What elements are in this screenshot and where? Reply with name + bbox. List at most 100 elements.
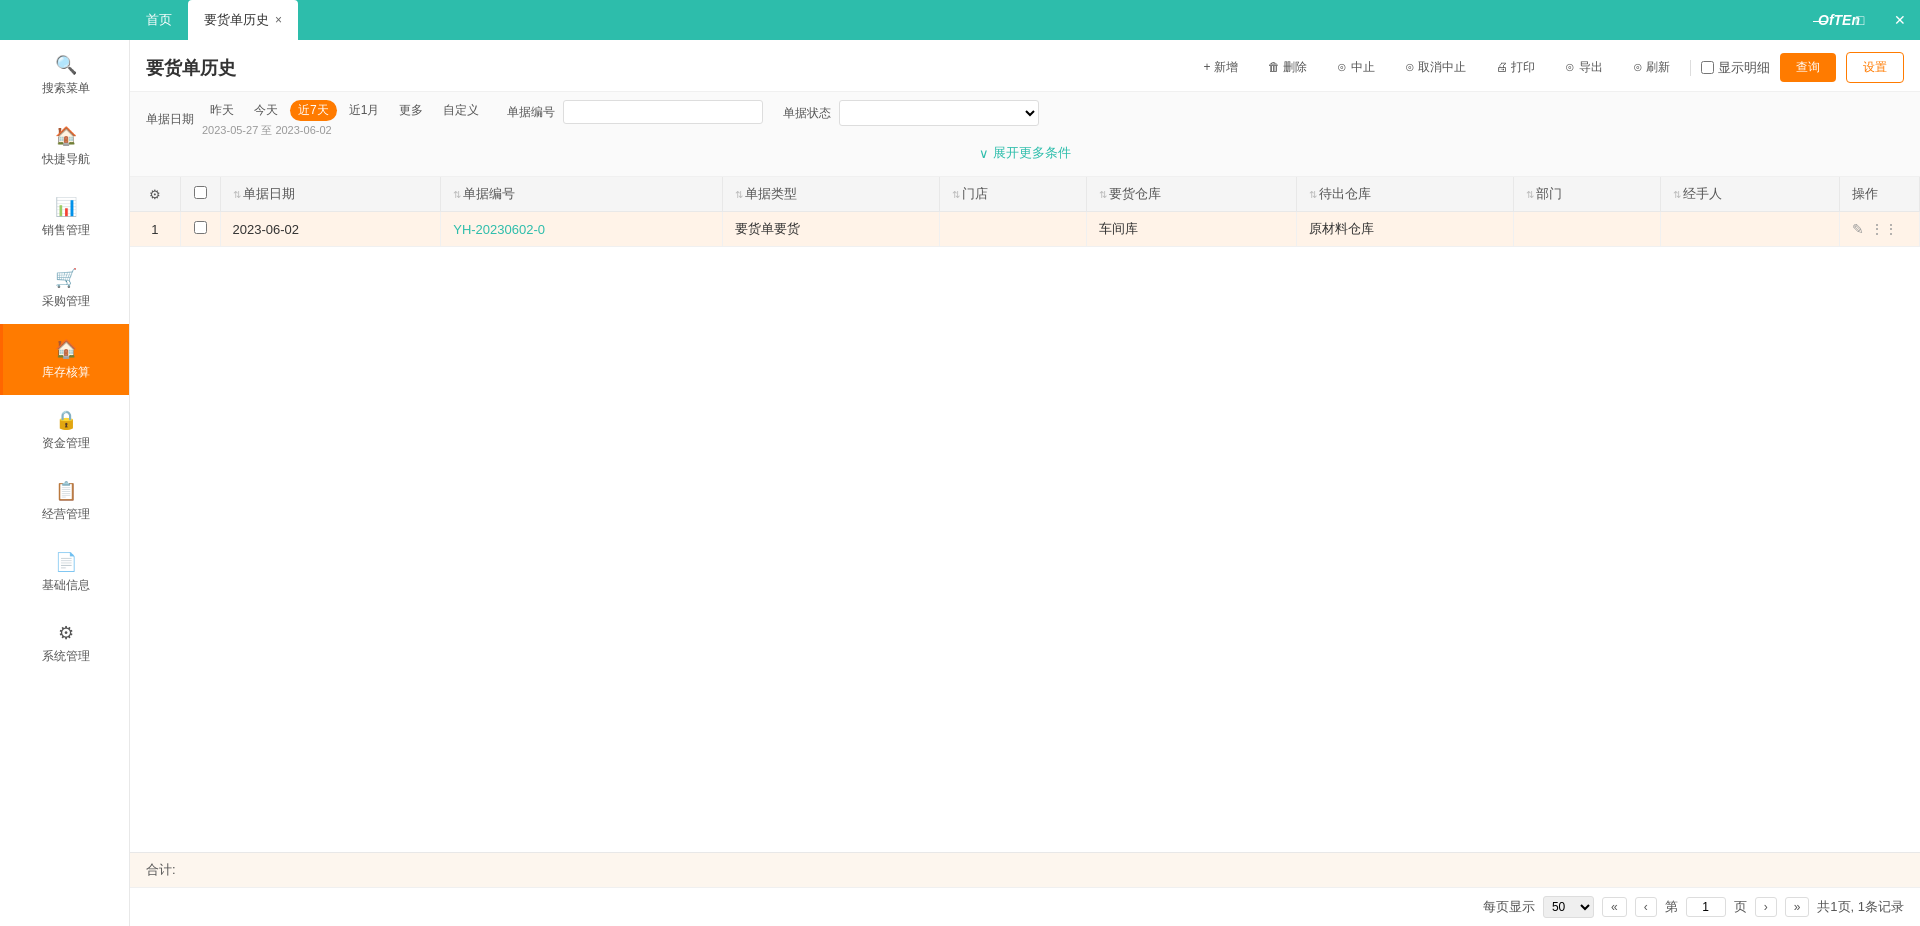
purchase-label: 采购管理 bbox=[42, 293, 90, 310]
status-filter-group: 单据状态 bbox=[783, 100, 1039, 126]
show-detail-checkbox[interactable] bbox=[1701, 61, 1714, 74]
top-bar: 首页 要货单历史 × OfTEn — □ ✕ bbox=[0, 0, 1920, 40]
date-pill-today[interactable]: 今天 bbox=[246, 100, 286, 121]
col-doc-date-header[interactable]: ⇅单据日期 bbox=[220, 177, 441, 212]
cell-checkbox bbox=[180, 212, 220, 247]
sidebar-item-search-menu[interactable]: 🔍 搜索菜单 bbox=[0, 40, 129, 111]
toolbar-divider bbox=[1690, 60, 1691, 76]
doc-no-link[interactable]: YH-20230602-0 bbox=[453, 222, 545, 237]
col-req-warehouse-header[interactable]: ⇅要货仓库 bbox=[1087, 177, 1297, 212]
last-page-button[interactable]: » bbox=[1785, 897, 1810, 917]
cell-doc-no: YH-20230602-0 bbox=[441, 212, 723, 247]
data-table: ⚙ ⇅单据日期 ⇅单据编号 ⇅单据类型 ⇅门店 ⇅要货仓库 ⇅待出仓库 ⇅部门 … bbox=[130, 177, 1920, 247]
sidebar-item-sales[interactable]: 📊 销售管理 bbox=[0, 182, 129, 253]
sidebar-item-basic[interactable]: 📄 基础信息 bbox=[0, 537, 129, 608]
sidebar-item-inventory[interactable]: 🏠 库存核算 bbox=[0, 324, 129, 395]
page-number-input[interactable] bbox=[1686, 897, 1726, 917]
expand-icon: ∨ bbox=[979, 146, 989, 161]
status-filter-label: 单据状态 bbox=[783, 105, 831, 122]
window-controls: — □ ✕ bbox=[1800, 0, 1920, 40]
docno-filter-group: 单据编号 bbox=[507, 100, 763, 124]
page-label-pre: 第 bbox=[1665, 898, 1678, 916]
toolbar: + 新增 🗑 删除 ⊙ 中止 ⊙ 取消中止 🖨 打印 ⊙ 导出 ⊙ 刷新 显示明… bbox=[1194, 52, 1904, 83]
query-button[interactable]: 查询 bbox=[1780, 53, 1836, 82]
cell-index: 1 bbox=[130, 212, 180, 247]
edit-icon[interactable]: ✎ bbox=[1852, 221, 1864, 237]
expand-filter-button[interactable]: ∨ 展开更多条件 bbox=[971, 142, 1079, 164]
col-store-header[interactable]: ⇅门店 bbox=[940, 177, 1087, 212]
stop-button[interactable]: ⊙ 中止 bbox=[1327, 54, 1384, 81]
sales-label: 销售管理 bbox=[42, 222, 90, 239]
quick-nav-icon: 🏠 bbox=[55, 125, 77, 147]
filter-expand-row: ∨ 展开更多条件 bbox=[146, 138, 1904, 168]
page-size-label: 每页显示 bbox=[1483, 898, 1535, 916]
sidebar-item-operations[interactable]: 📋 经营管理 bbox=[0, 466, 129, 537]
print-button[interactable]: 🖨 打印 bbox=[1486, 54, 1545, 81]
next-page-button[interactable]: › bbox=[1755, 897, 1777, 917]
export-button[interactable]: ⊙ 导出 bbox=[1555, 54, 1612, 81]
date-filter-group: 单据日期 昨天 今天 近7天 近1月 更多 自定义 2023-05-27 至 2… bbox=[146, 100, 487, 138]
prev-page-button[interactable]: ‹ bbox=[1635, 897, 1657, 917]
select-all-checkbox[interactable] bbox=[194, 186, 207, 199]
col-doc-no-header[interactable]: ⇅单据编号 bbox=[441, 177, 723, 212]
tab-close-icon[interactable]: × bbox=[275, 13, 282, 27]
inventory-icon: 🏠 bbox=[55, 338, 77, 360]
col-department-header[interactable]: ⇅部门 bbox=[1514, 177, 1661, 212]
action-icons: ✎ ⋮⋮ bbox=[1852, 221, 1907, 237]
more-icon[interactable]: ⋮⋮ bbox=[1870, 221, 1898, 237]
sidebar-item-system[interactable]: ⚙ 系统管理 bbox=[0, 608, 129, 679]
finance-label: 资金管理 bbox=[42, 435, 90, 452]
date-pill-7days[interactable]: 近7天 bbox=[290, 100, 337, 121]
col-doc-type-header[interactable]: ⇅单据类型 bbox=[723, 177, 940, 212]
page-size-select[interactable]: 50 20 100 200 bbox=[1543, 896, 1594, 918]
settings-button[interactable]: 设置 bbox=[1846, 52, 1904, 83]
date-pill-1month[interactable]: 近1月 bbox=[341, 100, 388, 121]
table-body: 1 2023-06-02 YH-20230602-0 要货单要货 车间库 原材料… bbox=[130, 212, 1920, 247]
docno-filter-input[interactable] bbox=[563, 100, 763, 124]
page-header: 要货单历史 + 新增 🗑 删除 ⊙ 中止 ⊙ 取消中止 🖨 打印 ⊙ 导出 ⊙ … bbox=[130, 40, 1920, 92]
first-page-button[interactable]: « bbox=[1602, 897, 1627, 917]
sidebar-item-quick-nav[interactable]: 🏠 快捷导航 bbox=[0, 111, 129, 182]
table-header: ⚙ ⇅单据日期 ⇅单据编号 ⇅单据类型 ⇅门店 ⇅要货仓库 ⇅待出仓库 ⇅部门 … bbox=[130, 177, 1920, 212]
date-pill-custom[interactable]: 自定义 bbox=[435, 100, 487, 121]
tab-home[interactable]: 首页 bbox=[130, 0, 188, 40]
show-detail-toggle[interactable]: 显示明细 bbox=[1701, 59, 1770, 77]
date-pill-yesterday[interactable]: 昨天 bbox=[202, 100, 242, 121]
col-handler-header[interactable]: ⇅经手人 bbox=[1661, 177, 1840, 212]
new-button[interactable]: + 新增 bbox=[1194, 54, 1248, 81]
cell-actions: ✎ ⋮⋮ bbox=[1840, 212, 1920, 247]
filter-bar: 单据日期 昨天 今天 近7天 近1月 更多 自定义 2023-05-27 至 2… bbox=[130, 92, 1920, 177]
row-checkbox[interactable] bbox=[194, 221, 207, 234]
sidebar-item-finance[interactable]: 🔒 资金管理 bbox=[0, 395, 129, 466]
table-container: ⚙ ⇅单据日期 ⇅单据编号 ⇅单据类型 ⇅门店 ⇅要货仓库 ⇅待出仓库 ⇅部门 … bbox=[130, 177, 1920, 852]
content-area: 要货单历史 + 新增 🗑 删除 ⊙ 中止 ⊙ 取消中止 🖨 打印 ⊙ 导出 ⊙ … bbox=[130, 40, 1920, 926]
cell-handler bbox=[1661, 212, 1840, 247]
pagination-bar: 每页显示 50 20 100 200 « ‹ 第 页 › » 共1页, 1条记录 bbox=[130, 887, 1920, 926]
col-settings[interactable]: ⚙ bbox=[130, 177, 180, 212]
tab-bar: 首页 要货单历史 × bbox=[130, 0, 298, 40]
refresh-button[interactable]: ⊙ 刷新 bbox=[1623, 54, 1680, 81]
status-filter-select[interactable] bbox=[839, 100, 1039, 126]
quick-nav-label: 快捷导航 bbox=[42, 151, 90, 168]
sales-icon: 📊 bbox=[55, 196, 77, 218]
cancel-stop-button[interactable]: ⊙ 取消中止 bbox=[1395, 54, 1476, 81]
minimize-button[interactable]: — bbox=[1800, 0, 1840, 40]
date-pill-more[interactable]: 更多 bbox=[391, 100, 431, 121]
cell-doc-date: 2023-06-02 bbox=[220, 212, 441, 247]
date-filter-label: 单据日期 bbox=[146, 111, 194, 128]
maximize-button[interactable]: □ bbox=[1840, 0, 1880, 40]
sidebar-item-purchase[interactable]: 🛒 采购管理 bbox=[0, 253, 129, 324]
inventory-label: 库存核算 bbox=[42, 364, 90, 381]
tab-active[interactable]: 要货单历史 × bbox=[188, 0, 298, 40]
col-pending-warehouse-header[interactable]: ⇅待出仓库 bbox=[1297, 177, 1514, 212]
basic-label: 基础信息 bbox=[42, 577, 90, 594]
close-button[interactable]: ✕ bbox=[1880, 0, 1920, 40]
system-icon: ⚙ bbox=[58, 622, 74, 644]
filter-top-row: 单据日期 昨天 今天 近7天 近1月 更多 自定义 2023-05-27 至 2… bbox=[146, 100, 1904, 138]
finance-icon: 🔒 bbox=[55, 409, 77, 431]
expand-label: 展开更多条件 bbox=[993, 144, 1071, 162]
docno-filter-label: 单据编号 bbox=[507, 104, 555, 121]
main-layout: 🔍 搜索菜单🏠 快捷导航📊 销售管理🛒 采购管理🏠 库存核算🔒 资金管理📋 经营… bbox=[0, 40, 1920, 926]
sidebar: 🔍 搜索菜单🏠 快捷导航📊 销售管理🛒 采购管理🏠 库存核算🔒 资金管理📋 经营… bbox=[0, 40, 130, 926]
delete-button[interactable]: 🗑 删除 bbox=[1258, 54, 1317, 81]
